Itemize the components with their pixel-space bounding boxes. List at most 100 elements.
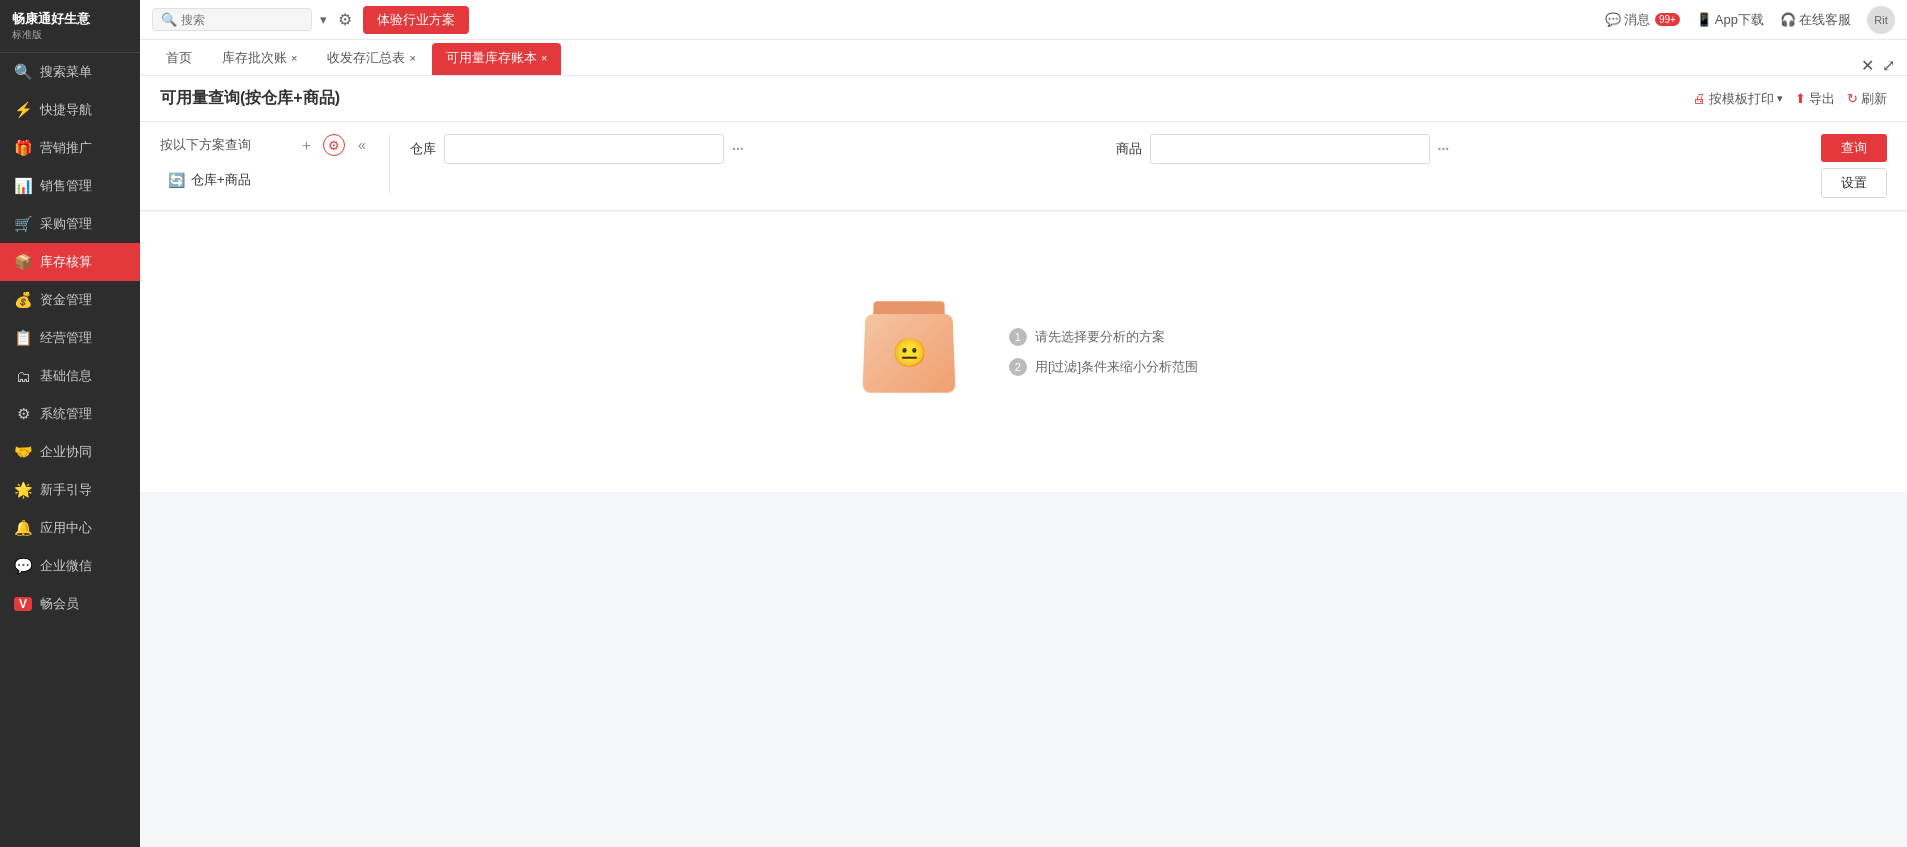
template-print-button[interactable]: 🖨 按模板打印 ▾ xyxy=(1693,90,1783,108)
sidebar-item-app-center[interactable]: 🔔 应用中心 xyxy=(0,509,140,547)
filter-left-actions: ＋ ⚙ « xyxy=(295,134,373,156)
sidebar-item-label: 基础信息 xyxy=(40,367,92,385)
tab-home[interactable]: 首页 xyxy=(152,43,206,75)
message-button[interactable]: 💬 消息 99+ xyxy=(1605,11,1680,29)
export-button[interactable]: ⬆ 导出 xyxy=(1795,90,1835,108)
filter-settings-button[interactable]: 设置 xyxy=(1821,168,1887,198)
top-search-box[interactable]: 🔍 xyxy=(152,8,312,31)
tab-available-qty-label: 可用量库存账本 xyxy=(446,49,537,67)
sidebar-item-label: 销售管理 xyxy=(40,177,92,195)
purchase-icon: 🛒 xyxy=(14,215,32,233)
tab-available-qty[interactable]: 可用量库存账本 × xyxy=(432,43,561,75)
sidebar-item-label: 新手引导 xyxy=(40,481,92,499)
search-menu-icon: 🔍 xyxy=(14,63,32,81)
filter-field-warehouse: 仓库 ··· xyxy=(410,134,1100,164)
system-icon: ⚙ xyxy=(14,405,32,423)
sidebar-item-enterprise[interactable]: 🤝 企业协同 xyxy=(0,433,140,471)
refresh-label: 刷新 xyxy=(1861,90,1887,108)
sidebar-item-search[interactable]: 🔍 搜索菜单 xyxy=(0,53,140,91)
empty-box-icon xyxy=(862,314,955,393)
gear-icon[interactable]: ⚙ xyxy=(335,7,355,32)
main-area: 🔍 ▾ ⚙ 体验行业方案 💬 消息 99+ 📱 App下载 🎧 在线客服 Rit xyxy=(140,0,1907,847)
tabs-bar: 首页 库存批次账 × 收发存汇总表 × 可用量库存账本 × ✕ ⤢ xyxy=(140,40,1907,76)
filter-row-warehouse: 仓库 ··· 商品 ··· xyxy=(410,134,1805,164)
operations-icon: 📋 xyxy=(14,329,32,347)
user-label: Rit xyxy=(1874,14,1887,26)
tab-expand-button[interactable]: ⤢ xyxy=(1882,56,1895,75)
product-more-button[interactable]: ··· xyxy=(1438,141,1450,157)
tab-available-qty-close-icon[interactable]: × xyxy=(541,52,547,64)
sidebar-item-label: 库存核算 xyxy=(40,253,92,271)
tab-batch-account-close-icon[interactable]: × xyxy=(291,52,297,64)
sidebar-item-label: 企业协同 xyxy=(40,443,92,461)
sales-icon: 📊 xyxy=(14,177,32,195)
hint-num-1: 1 xyxy=(1009,328,1027,346)
app-download-button[interactable]: 📱 App下载 xyxy=(1696,11,1764,29)
empty-state: 1 请先选择要分析的方案 2 用[过滤]条件来缩小分析范围 xyxy=(140,212,1907,492)
template-print-chevron-icon[interactable]: ▾ xyxy=(1777,92,1783,105)
sidebar-item-label: 企业微信 xyxy=(40,557,92,575)
scheme-settings-icon[interactable]: ⚙ xyxy=(323,134,345,156)
hint-text-1: 请先选择要分析的方案 xyxy=(1035,328,1165,346)
inventory-icon: 📦 xyxy=(14,253,32,271)
tab-collection-summary[interactable]: 收发存汇总表 × xyxy=(313,43,429,75)
collapse-scheme-icon[interactable]: « xyxy=(351,134,373,156)
tabs-bar-right: ✕ ⤢ xyxy=(1861,56,1895,75)
sidebar-item-label: 畅会员 xyxy=(40,595,79,613)
sidebar-item-finance[interactable]: 💰 资金管理 xyxy=(0,281,140,319)
sidebar-item-sales[interactable]: 📊 销售管理 xyxy=(0,167,140,205)
sidebar: 畅康通好生意 标准版 🔍 搜索菜单 ⚡ 快捷导航 🎁 营销推广 📊 销售管理 🛒… xyxy=(0,0,140,847)
filter-field-product: 商品 ··· xyxy=(1116,134,1806,164)
top-search-input[interactable] xyxy=(181,13,301,27)
tab-collection-summary-label: 收发存汇总表 xyxy=(327,49,405,67)
filter-actions: 查询 设置 xyxy=(1805,134,1887,198)
warehouse-field-label: 仓库 xyxy=(410,140,436,158)
sidebar-item-system[interactable]: ⚙ 系统管理 xyxy=(0,395,140,433)
app-edition: 标准版 xyxy=(12,28,128,42)
tab-home-label: 首页 xyxy=(166,49,192,67)
empty-illustration xyxy=(849,292,969,412)
sidebar-item-label: 采购管理 xyxy=(40,215,92,233)
sidebar-item-label: 营销推广 xyxy=(40,139,92,157)
add-scheme-button[interactable]: ＋ xyxy=(295,134,317,156)
tab-collection-summary-close-icon[interactable]: × xyxy=(409,52,415,64)
enterprise-icon: 🤝 xyxy=(14,443,32,461)
query-button[interactable]: 查询 xyxy=(1821,134,1887,162)
user-avatar[interactable]: Rit xyxy=(1867,6,1895,34)
message-badge: 99+ xyxy=(1655,13,1680,26)
scheme-item-warehouse-product[interactable]: 🔄 仓库+商品 xyxy=(160,166,373,194)
dropdown-chevron-icon[interactable]: ▾ xyxy=(320,12,327,27)
refresh-button[interactable]: ↻ 刷新 xyxy=(1847,90,1887,108)
filter-fields-panel: 仓库 ··· 商品 ··· xyxy=(390,134,1805,164)
warehouse-more-button[interactable]: ··· xyxy=(732,141,744,157)
sidebar-item-guide[interactable]: 🌟 新手引导 xyxy=(0,471,140,509)
sidebar-item-label: 快捷导航 xyxy=(40,101,92,119)
service-icon: 🎧 xyxy=(1780,12,1796,27)
export-icon: ⬆ xyxy=(1795,91,1806,106)
industry-solution-button[interactable]: 体验行业方案 xyxy=(363,6,469,34)
sidebar-item-operations[interactable]: 📋 经营管理 xyxy=(0,319,140,357)
top-header: 🔍 ▾ ⚙ 体验行业方案 💬 消息 99+ 📱 App下载 🎧 在线客服 Rit xyxy=(140,0,1907,40)
sidebar-item-wechat[interactable]: 💬 企业微信 xyxy=(0,547,140,585)
warehouse-field-input[interactable] xyxy=(444,134,724,164)
tab-close-all-button[interactable]: ✕ xyxy=(1861,56,1874,75)
sidebar-item-label: 搜索菜单 xyxy=(40,63,92,81)
marketing-icon: 🎁 xyxy=(14,139,32,157)
sidebar-item-shortcut[interactable]: ⚡ 快捷导航 xyxy=(0,91,140,129)
empty-hint-2: 2 用[过滤]条件来缩小分析范围 xyxy=(1009,358,1198,376)
empty-hints: 1 请先选择要分析的方案 2 用[过滤]条件来缩小分析范围 xyxy=(1009,328,1198,376)
sidebar-item-purchase[interactable]: 🛒 采购管理 xyxy=(0,205,140,243)
sidebar-item-inventory[interactable]: 📦 库存核算 xyxy=(0,243,140,281)
product-field-input[interactable] xyxy=(1150,134,1430,164)
filter-area: 按以下方案查询 ＋ ⚙ « 🔄 仓库+商品 仓库 xyxy=(140,122,1907,211)
shortcut-icon: ⚡ xyxy=(14,101,32,119)
sidebar-item-marketing[interactable]: 🎁 营销推广 xyxy=(0,129,140,167)
online-service-label: 在线客服 xyxy=(1799,11,1851,29)
online-service-button[interactable]: 🎧 在线客服 xyxy=(1780,11,1851,29)
sidebar-item-vip[interactable]: V 畅会员 xyxy=(0,585,140,623)
message-label: 消息 xyxy=(1624,11,1650,29)
sidebar-item-basic-info[interactable]: 🗂 基础信息 xyxy=(0,357,140,395)
sidebar-item-label: 应用中心 xyxy=(40,519,92,537)
tab-batch-account[interactable]: 库存批次账 × xyxy=(208,43,311,75)
page-header-actions: 🖨 按模板打印 ▾ ⬆ 导出 ↻ 刷新 xyxy=(1693,90,1887,108)
